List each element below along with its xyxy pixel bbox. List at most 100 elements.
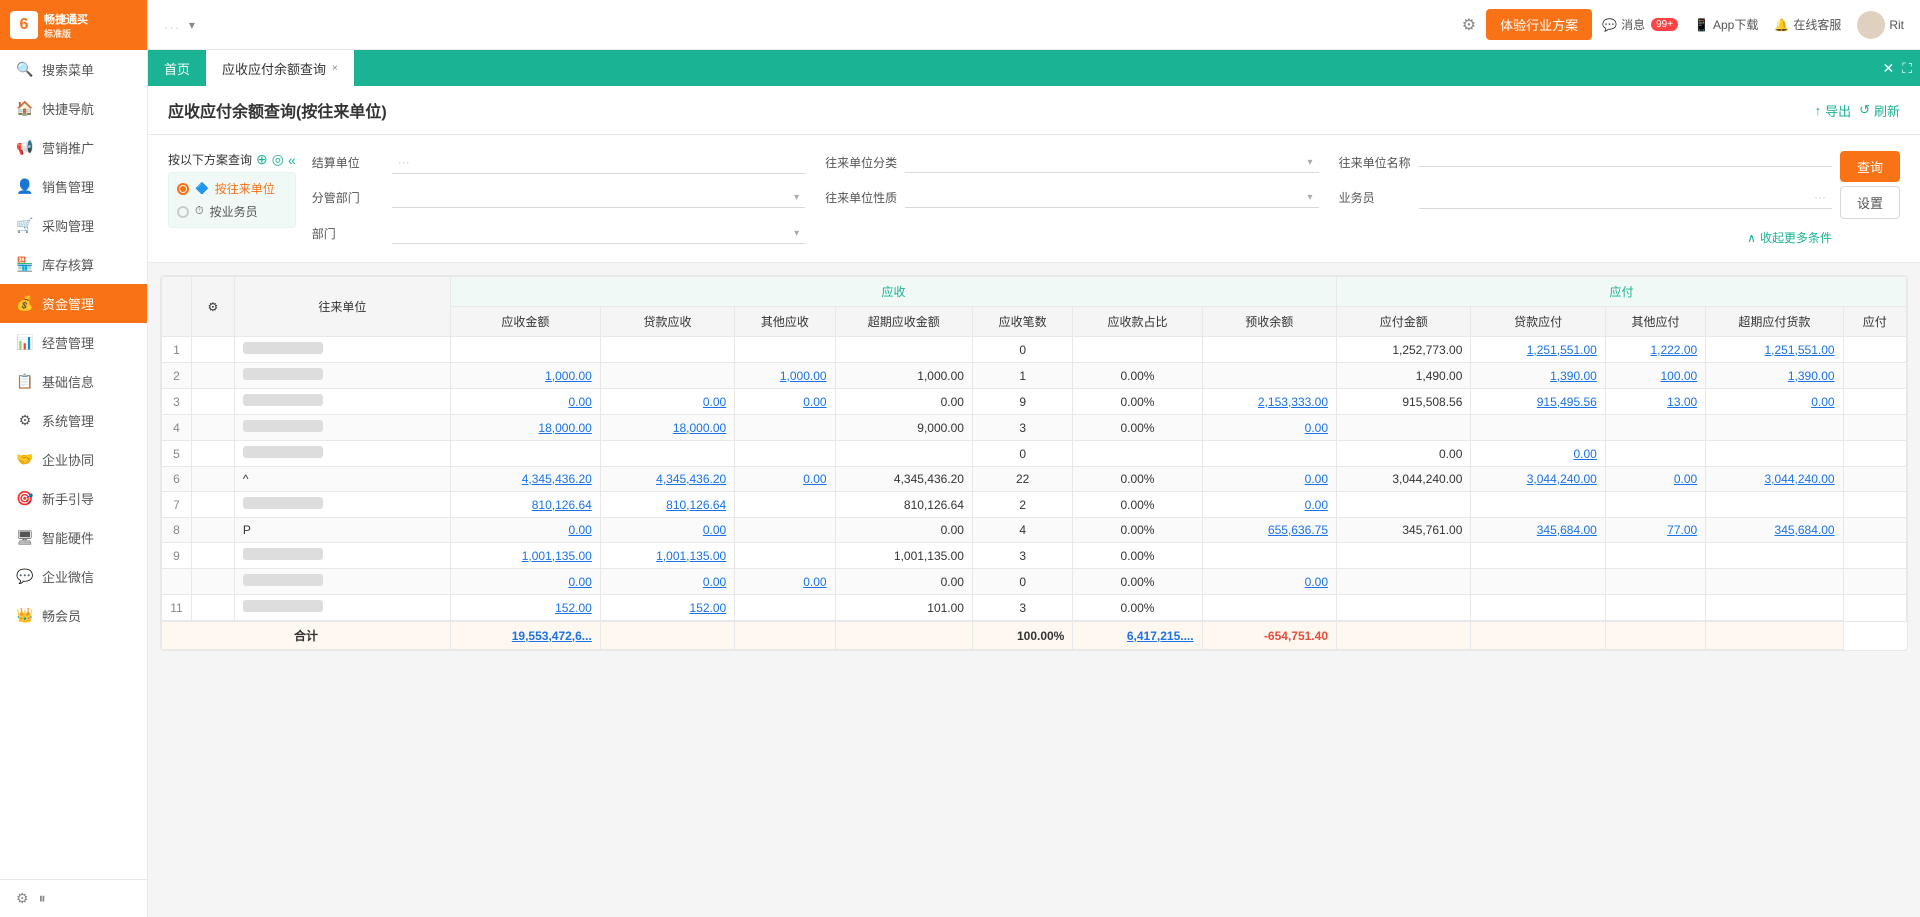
row-other-payable[interactable] <box>1605 569 1705 595</box>
row-prepayment[interactable]: 0.00 <box>1202 492 1336 518</box>
row-receivable-amount[interactable]: 4,345,436.20 <box>450 467 600 492</box>
row-prepayment[interactable] <box>1202 441 1336 467</box>
settlement-unit-input[interactable]: ··· <box>392 151 805 174</box>
row-loan-receivable[interactable] <box>600 441 734 467</box>
row-overdue-payable[interactable] <box>1706 543 1843 569</box>
row-other-receivable[interactable] <box>735 518 835 543</box>
option-by-partner[interactable]: 🔷 按往来单位 <box>177 177 287 200</box>
export-button[interactable]: ↑ 导出 <box>1815 101 1852 120</box>
row-prepayment[interactable]: 0.00 <box>1202 415 1336 441</box>
row-loan-payable[interactable] <box>1471 543 1605 569</box>
sidebar-item-quick-nav[interactable]: 🏠 快捷导航 <box>0 89 147 128</box>
settings-icon[interactable]: ⚙ <box>1462 15 1476 35</box>
sidebar-item-search-menu[interactable]: 🔍 搜索菜单 <box>0 50 147 89</box>
row-loan-payable[interactable] <box>1471 569 1605 595</box>
row-loan-payable[interactable] <box>1471 595 1605 622</box>
refresh-button[interactable]: ↺ 刷新 <box>1859 101 1900 120</box>
row-other-payable[interactable]: 0.00 <box>1605 467 1705 492</box>
row-prepayment[interactable] <box>1202 543 1336 569</box>
row-other-receivable[interactable] <box>735 337 835 363</box>
sidebar-item-sales[interactable]: 👤 销售管理 <box>0 167 147 206</box>
row-overdue-payable[interactable] <box>1706 595 1843 622</box>
row-receivable-amount[interactable]: 152.00 <box>450 595 600 622</box>
row-partner[interactable] <box>234 492 450 518</box>
row-loan-receivable[interactable]: 810,126.64 <box>600 492 734 518</box>
row-other-receivable[interactable]: 1,000.00 <box>735 363 835 389</box>
row-receivable-amount[interactable] <box>450 337 600 363</box>
option-by-salesperson[interactable]: ⏱ 按业务员 <box>177 200 287 223</box>
row-overdue-payable[interactable]: 0.00 <box>1706 389 1843 415</box>
partner-name-input[interactable] <box>1419 158 1832 167</box>
row-loan-payable[interactable]: 1,390.00 <box>1471 363 1605 389</box>
sidebar-item-basic[interactable]: 📋 基础信息 <box>0 362 147 401</box>
add-scheme-icon[interactable]: ⊕ <box>256 151 268 168</box>
sidebar-item-wechat[interactable]: 💬 企业微信 <box>0 557 147 596</box>
row-loan-receivable[interactable] <box>600 363 734 389</box>
row-prepayment[interactable]: 0.00 <box>1202 467 1336 492</box>
sidebar-item-hardware[interactable]: 🖥 智能硬件 <box>0 518 147 557</box>
query-button[interactable]: 查询 <box>1840 151 1900 182</box>
row-loan-receivable[interactable]: 0.00 <box>600 389 734 415</box>
sidebar-item-guide[interactable]: 🎯 新手引导 <box>0 479 147 518</box>
app-download-button[interactable]: 📱 App下载 <box>1694 16 1758 33</box>
row-receivable-amount[interactable]: 0.00 <box>450 389 600 415</box>
row-prepayment[interactable] <box>1202 337 1336 363</box>
sidebar-item-marketing[interactable]: 📢 营销推广 <box>0 128 147 167</box>
row-receivable-amount[interactable]: 810,126.64 <box>450 492 600 518</box>
row-loan-receivable[interactable]: 0.00 <box>600 518 734 543</box>
row-loan-receivable[interactable]: 0.00 <box>600 569 734 595</box>
row-overdue-payable[interactable]: 3,044,240.00 <box>1706 467 1843 492</box>
row-other-payable[interactable] <box>1605 492 1705 518</box>
row-partner[interactable] <box>234 569 450 595</box>
department-input[interactable]: ▾ <box>392 224 805 244</box>
sidebar-item-purchase[interactable]: 🛒 采购管理 <box>0 206 147 245</box>
row-overdue-payable[interactable] <box>1706 492 1843 518</box>
row-loan-receivable[interactable]: 18,000.00 <box>600 415 734 441</box>
row-partner[interactable] <box>234 595 450 622</box>
row-partner[interactable] <box>234 441 450 467</box>
row-receivable-amount[interactable] <box>450 441 600 467</box>
edit-scheme-icon[interactable]: ◎ <box>272 151 284 168</box>
row-other-payable[interactable] <box>1605 441 1705 467</box>
row-loan-receivable[interactable] <box>600 337 734 363</box>
row-other-receivable[interactable] <box>735 595 835 622</box>
row-loan-payable[interactable]: 0.00 <box>1471 441 1605 467</box>
row-other-receivable[interactable] <box>735 492 835 518</box>
user-avatar[interactable]: Rit <box>1857 11 1904 39</box>
row-other-receivable[interactable]: 0.00 <box>735 389 835 415</box>
footer-prepayment[interactable]: 6,417,215.... <box>1073 621 1202 650</box>
row-other-payable[interactable] <box>1605 595 1705 622</box>
row-partner[interactable] <box>234 389 450 415</box>
row-loan-receivable[interactable]: 1,001,135.00 <box>600 543 734 569</box>
dept-input[interactable]: ▾ <box>392 188 805 208</box>
row-prepayment[interactable] <box>1202 595 1336 622</box>
sidebar-item-member[interactable]: 👑 畅会员 <box>0 596 147 635</box>
row-other-receivable[interactable] <box>735 543 835 569</box>
row-partner[interactable] <box>234 363 450 389</box>
row-loan-receivable[interactable]: 152.00 <box>600 595 734 622</box>
sidebar-item-cooperation[interactable]: 🤝 企业协同 <box>0 440 147 479</box>
row-prepayment[interactable]: 655,636.75 <box>1202 518 1336 543</box>
tab-receivable-query[interactable]: 应收应付余额查询 × <box>206 50 354 86</box>
sidebar-item-inventory[interactable]: 🏪 库存核算 <box>0 245 147 284</box>
row-prepayment[interactable]: 0.00 <box>1202 569 1336 595</box>
row-loan-payable[interactable]: 1,251,551.00 <box>1471 337 1605 363</box>
row-loan-payable[interactable] <box>1471 415 1605 441</box>
row-receivable-amount[interactable]: 18,000.00 <box>450 415 600 441</box>
row-overdue-payable[interactable]: 1,251,551.00 <box>1706 337 1843 363</box>
row-loan-payable[interactable]: 3,044,240.00 <box>1471 467 1605 492</box>
row-loan-payable[interactable]: 345,684.00 <box>1471 518 1605 543</box>
row-other-receivable[interactable]: 0.00 <box>735 467 835 492</box>
row-other-receivable[interactable] <box>735 441 835 467</box>
row-other-payable[interactable]: 77.00 <box>1605 518 1705 543</box>
salesperson-input[interactable]: ··· <box>1419 186 1832 209</box>
row-other-payable[interactable]: 13.00 <box>1605 389 1705 415</box>
row-overdue-payable[interactable] <box>1706 569 1843 595</box>
row-other-payable[interactable]: 1,222.00 <box>1605 337 1705 363</box>
row-other-payable[interactable] <box>1605 543 1705 569</box>
partner-nature-input[interactable]: ▾ <box>905 188 1318 208</box>
row-overdue-payable[interactable]: 1,390.00 <box>1706 363 1843 389</box>
sidebar-item-operations[interactable]: 📊 经营管理 <box>0 323 147 362</box>
settings-bottom-icon[interactable]: ⚙ <box>16 890 29 907</box>
partner-category-input[interactable]: ▾ <box>905 153 1318 173</box>
